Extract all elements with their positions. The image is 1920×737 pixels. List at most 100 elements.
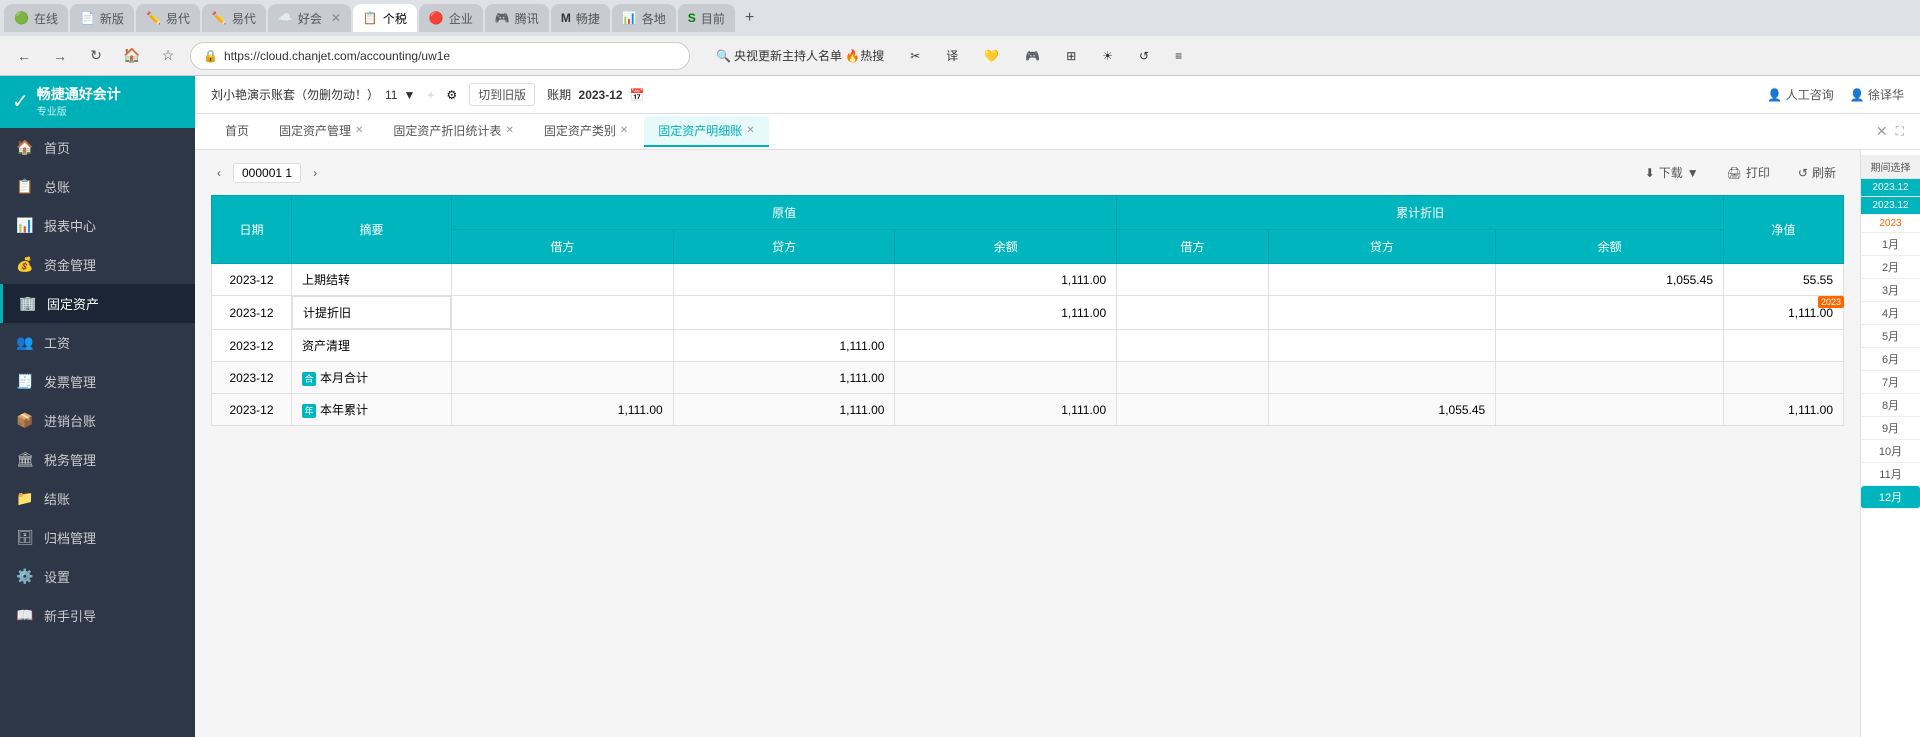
sidebar-item-home[interactable]: 🏠 首页 [0,128,195,167]
menu-btn[interactable]: ≡ [1167,47,1190,65]
period-month-8[interactable]: 8月 [1861,394,1920,417]
tab-favicon: 📊 [622,11,637,25]
page-tab-depreciation-stat[interactable]: 固定资产折旧统计表 ✕ [379,116,527,147]
th-orig-credit: 贷方 [673,230,895,264]
app-logo[interactable]: ✓ 畅捷通好会计 专业版 [0,76,195,128]
print-btn[interactable]: 🖨 打印 [1719,160,1778,185]
translate-btn[interactable]: 译 [938,45,966,66]
browser-tab-muqian[interactable]: S 目前 [678,4,735,32]
browser-tab-new[interactable]: 📄 新版 [70,4,134,32]
settings-icon-top[interactable]: ⚙ [446,88,457,102]
period-year-2023[interactable]: 2023 [1861,215,1920,233]
calendar-icon[interactable]: 📅 [630,88,645,102]
back-button[interactable]: ← [10,42,38,70]
row5-orig-balance: 1,111.00 [895,394,1117,426]
sidebar-item-salary[interactable]: 👥 工资 [0,323,195,362]
close-tab-assets-mgmt[interactable]: ✕ [355,125,363,136]
bookmark-button[interactable]: ☆ [154,42,182,70]
row5-netvalue: 1,111.00 [1724,394,1844,426]
browser-tab-yidai2[interactable]: ✏️ 易代 [202,4,266,32]
period-month-3[interactable]: 3月 [1861,279,1920,302]
browser-tab-online[interactable]: 🟢 在线 [4,4,68,32]
forward-button[interactable]: → [46,42,74,70]
page-tab-assets-category[interactable]: 固定资产类别 ✕ [530,116,642,147]
period-month-5[interactable]: 5月 [1861,325,1920,348]
period-month-7[interactable]: 7月 [1861,371,1920,394]
new-tab-button[interactable]: + [737,5,762,31]
switch-version-btn[interactable]: 切到旧版 [469,83,535,106]
minimize-tab-btn[interactable]: ✕ [1876,123,1888,140]
tab-label: 新版 [100,10,124,27]
row3-dep-balance [1496,330,1724,362]
tab-label: 好会 [298,10,322,27]
logo-text: 畅捷通好会计 [37,86,121,103]
home-button[interactable]: 🏠 [118,42,146,70]
game-btn[interactable]: 🎮 [1017,47,1048,65]
page-tab-assets-detail[interactable]: 固定资产明细账 ✕ [644,116,768,147]
sun-btn[interactable]: ☀ [1094,47,1121,65]
period-month-10[interactable]: 10月 [1861,440,1920,463]
period-panel: 期间选择 2023.12 2023.12 2023 1月 2月 3月 4月 5月… [1860,150,1920,737]
page-number[interactable]: 000001 1 [233,163,301,183]
period-month-11[interactable]: 11月 [1861,463,1920,486]
refresh-btn[interactable]: ↺ 刷新 [1790,160,1844,185]
prev-page-btn[interactable]: ‹ [211,164,227,182]
period-month-9[interactable]: 9月 [1861,417,1920,440]
browser-tab-geshui[interactable]: 📋 个税 [353,4,417,32]
browser-tab-gedi[interactable]: 📊 各地 [612,4,676,32]
sidebar-item-archive[interactable]: 🗄 归档管理 [0,518,195,557]
sidebar-item-invoice[interactable]: 🧾 发票管理 [0,362,195,401]
expand-tab-btn[interactable]: ⛶ [1896,124,1904,139]
period-month-4[interactable]: 4月 [1861,302,1920,325]
sidebar-item-guide[interactable]: 📖 新手引导 [0,596,195,635]
scissors-btn[interactable]: ✂ [902,47,928,65]
period-date-end[interactable]: 2023.12 [1861,197,1920,215]
sidebar-item-inventory[interactable]: 📦 进销台账 [0,401,195,440]
sidebar-item-reports[interactable]: 📊 报表中心 [0,206,195,245]
sidebar-label-reports: 报表中心 [44,216,96,235]
row1-summary: 上期结转 [292,264,452,296]
reload-button[interactable]: ↻ [82,42,110,70]
sidebar-item-tax[interactable]: 🏛 税务管理 [0,440,195,479]
browser-tab-changjie[interactable]: M 畅捷 [551,4,610,32]
sidebar-item-assets[interactable]: 🏢 固定资产 [0,284,195,323]
action-buttons: ⬇ 下载 ▼ 🖨 打印 ↺ 刷新 [1637,160,1844,185]
th-date: 日期 [212,196,292,264]
browser-chrome: 🟢 在线 📄 新版 ✏️ 易代 ✏️ 易代 ☁️ 好会 ✕ 📋 个税 🔴 企业 [0,0,1920,76]
period-month-12[interactable]: 12月 [1861,486,1920,509]
subtotal-icon: 合 [302,372,316,386]
browser-tab-haohui[interactable]: ☁️ 好会 ✕ [268,4,351,32]
browser-tab-yidai1[interactable]: ✏️ 易代 [136,4,200,32]
sidebar-item-closing[interactable]: 📁 结账 [0,479,195,518]
sidebar-item-ledger[interactable]: 📋 总账 [0,167,195,206]
download-btn[interactable]: ⬇ 下载 ▼ [1637,160,1707,185]
next-page-btn[interactable]: › [307,164,323,182]
wallet-btn[interactable]: 💛 [976,47,1007,65]
period-date-start[interactable]: 2023.12 [1861,179,1920,197]
row4-date: 2023-12 [212,362,292,394]
period-month-6[interactable]: 6月 [1861,348,1920,371]
close-tab-category[interactable]: ✕ [620,125,628,136]
sidebar-item-settings[interactable]: ⚙️ 设置 [0,557,195,596]
row3-orig-balance [895,330,1117,362]
address-input[interactable]: 🔒 https://cloud.chanjet.com/accounting/u… [190,42,690,70]
th-dep-credit: 贷方 [1268,230,1496,264]
row3-date: 2023-12 [212,330,292,362]
assistant-btn[interactable]: 👤 人工咨询 [1767,86,1833,103]
page-tab-home[interactable]: 首页 [211,116,263,147]
browser-tab-tencent[interactable]: 🎮 腾讯 [485,4,549,32]
user-avatar[interactable]: 👤 徐译华 [1850,86,1904,103]
account-selector[interactable]: 刘小艳演示账套（勿删勿动！） 11 ▼ [211,86,415,103]
period-month-1[interactable]: 1月 [1861,233,1920,256]
page-tab-assets-mgmt[interactable]: 固定资产管理 ✕ [265,116,377,147]
period-month-2[interactable]: 2月 [1861,256,1920,279]
tab-close-haohui[interactable]: ✕ [331,11,341,25]
close-tab-dep-stat[interactable]: ✕ [505,125,513,136]
sidebar-item-funds[interactable]: 💰 资金管理 [0,245,195,284]
search-bar[interactable]: 🔍 央视更新主持人名单 🔥热搜 [708,45,892,66]
close-tab-detail[interactable]: ✕ [746,125,754,136]
history-btn[interactable]: ↺ [1131,47,1157,65]
row1-orig-credit [673,264,895,296]
browser-tab-qiye[interactable]: 🔴 企业 [419,4,483,32]
grid-btn[interactable]: ⊞ [1058,47,1084,65]
